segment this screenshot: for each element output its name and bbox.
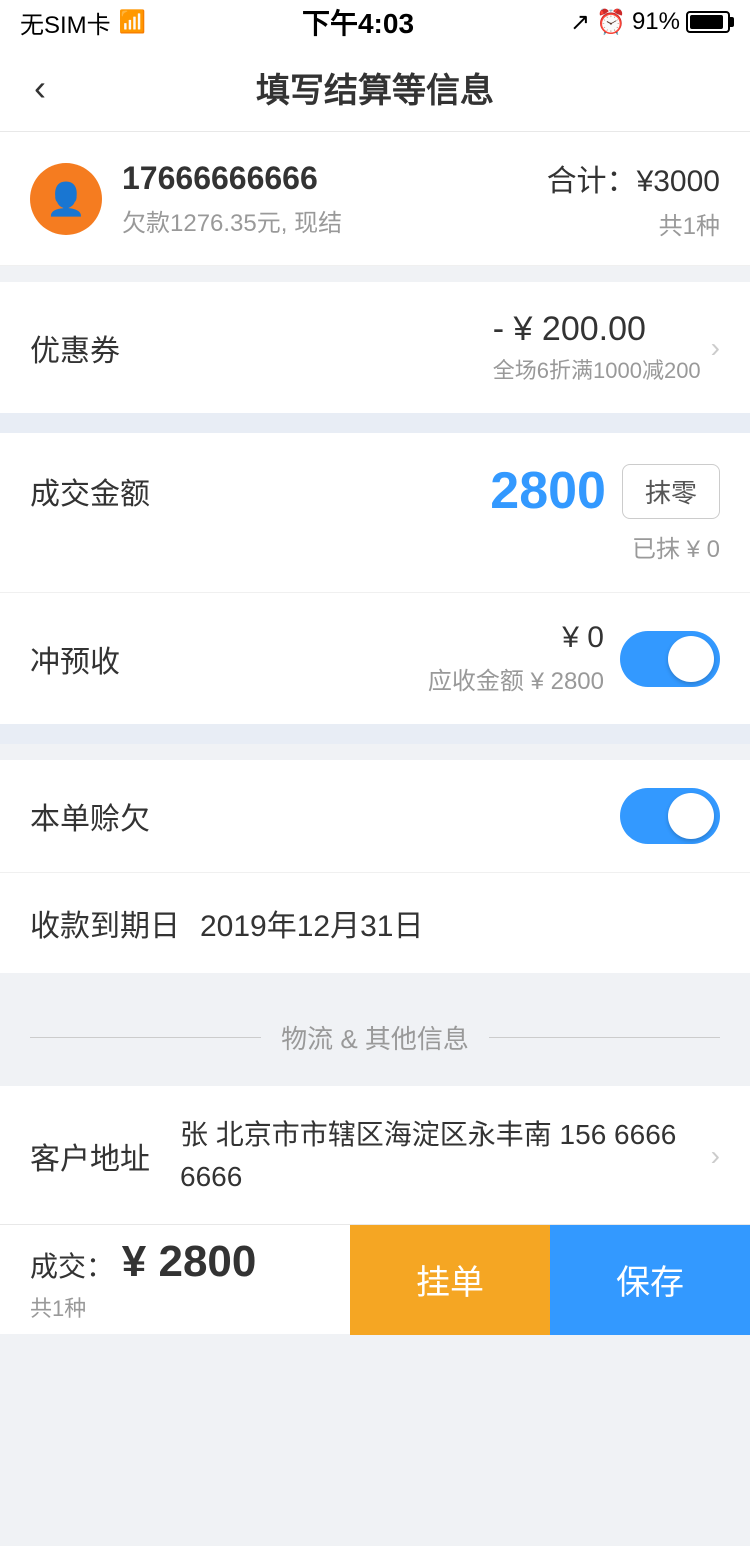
coupon-chevron-icon: › — [711, 332, 720, 364]
bottom-deal-label: 成交： — [30, 1251, 114, 1282]
duedate-row: 收款到期日 2019年12月31日 — [0, 872, 750, 973]
coupon-right: - ¥ 200.00 全场6折满1000减200 › — [493, 310, 720, 385]
status-time: 下午4:03 — [302, 2, 414, 42]
total-amount: 合计：¥3000 — [547, 156, 720, 200]
bottom-deal-count: 共1种 — [30, 1291, 320, 1323]
address-value: 张 北京市市辖区海淀区永丰南 156 6666 6666 — [180, 1114, 711, 1198]
address-label: 客户地址 — [30, 1134, 150, 1178]
coupon-label: 优惠券 — [30, 326, 120, 370]
battery-icon — [686, 11, 730, 33]
location-icon: ↗ — [570, 8, 590, 37]
prepaid-row: 冲预收 ¥ 0 应收金额 ¥ 2800 — [0, 592, 750, 724]
user-card: 👤 17666666666 欠款1276.35元, 现结 合计：¥3000 共1… — [0, 132, 750, 266]
prepaid-toggle[interactable] — [620, 631, 720, 687]
coupon-row[interactable]: 优惠券 - ¥ 200.00 全场6折满1000减200 › — [0, 282, 750, 413]
user-info-right: 合计：¥3000 共1种 — [547, 156, 720, 241]
total-value: ¥3000 — [637, 165, 720, 198]
status-right: ↗ ⏰ 91% — [570, 8, 730, 37]
address-row[interactable]: 客户地址 张 北京市市辖区海淀区永丰南 156 6666 6666 › — [0, 1086, 750, 1226]
duedate-label: 收款到期日 — [30, 901, 180, 945]
deal-amount-value: 2800 — [490, 461, 606, 521]
prepaid-right: ¥ 0 应收金额 ¥ 2800 — [428, 621, 720, 696]
round-button[interactable]: 抹零 — [622, 464, 720, 519]
section-divider-2 — [0, 724, 750, 744]
avatar: 👤 — [30, 163, 102, 235]
total-count: 共1种 — [547, 206, 720, 241]
alarm-icon: ⏰ — [596, 8, 626, 37]
logistics-section-label: 物流 & 其他信息 — [281, 1019, 469, 1056]
status-bar: 无SIM卡 📶 下午4:03 ↗ ⏰ 91% — [0, 0, 750, 44]
back-button[interactable]: ‹ — [24, 57, 56, 119]
baddebt-toggle[interactable] — [620, 788, 720, 844]
section-divider-1 — [0, 413, 750, 433]
baddebt-toggle-knob — [668, 793, 714, 839]
coupon-detail: 全场6折满1000减200 — [493, 353, 701, 385]
logistics-section-header: 物流 & 其他信息 — [0, 989, 750, 1086]
address-chevron-icon: › — [711, 1140, 720, 1172]
user-info-left: 👤 17666666666 欠款1276.35元, 现结 — [30, 160, 342, 238]
wifi-icon: 📶 — [119, 9, 146, 35]
deal-amount-sub: 已抹 ¥ 0 — [30, 529, 720, 564]
duedate-value: 2019年12月31日 — [200, 901, 423, 945]
amount-right: 2800 抹零 — [490, 461, 720, 521]
toggle-knob — [668, 636, 714, 682]
logistics-line-left — [30, 1037, 261, 1038]
baddebt-row: 本单赊欠 — [0, 760, 750, 872]
page-title: 填写结算等信息 — [256, 63, 494, 112]
logistics-line-right — [489, 1037, 720, 1038]
battery-text: 91% — [632, 8, 680, 36]
prepaid-value: ¥ 0 — [428, 621, 604, 655]
amount-section: 成交金额 2800 抹零 已抹 ¥ 0 — [0, 433, 750, 592]
total-label: 合计： — [547, 165, 637, 198]
coupon-discount: - ¥ 200.00 — [493, 310, 701, 349]
bottom-deal-amount: ¥ 2800 — [122, 1237, 257, 1286]
user-details: 17666666666 欠款1276.35元, 现结 — [122, 160, 342, 238]
coupon-info: - ¥ 200.00 全场6折满1000减200 — [493, 310, 701, 385]
bottom-deal-line: 成交： ¥ 2800 — [30, 1237, 320, 1287]
prepaid-label: 冲预收 — [30, 637, 120, 681]
prepaid-amount: ¥ 0 应收金额 ¥ 2800 — [428, 621, 604, 696]
prepaid-sub: 应收金额 ¥ 2800 — [428, 661, 604, 696]
bottom-bar: 成交： ¥ 2800 共1种 挂单 保存 — [0, 1224, 750, 1334]
user-sub-text: 欠款1276.35元, 现结 — [122, 203, 342, 238]
user-phone: 17666666666 — [122, 160, 342, 197]
status-left: 无SIM卡 📶 — [20, 5, 146, 40]
deal-amount-label: 成交金额 — [30, 469, 150, 513]
save-button[interactable]: 保存 — [550, 1225, 750, 1335]
page-header: ‹ 填写结算等信息 — [0, 44, 750, 132]
pending-button[interactable]: 挂单 — [350, 1225, 550, 1335]
amount-row: 成交金额 2800 抹零 — [30, 461, 720, 521]
bottom-summary: 成交： ¥ 2800 共1种 — [0, 1237, 350, 1323]
baddebt-label: 本单赊欠 — [30, 794, 150, 838]
no-sim-text: 无SIM卡 — [20, 5, 111, 40]
